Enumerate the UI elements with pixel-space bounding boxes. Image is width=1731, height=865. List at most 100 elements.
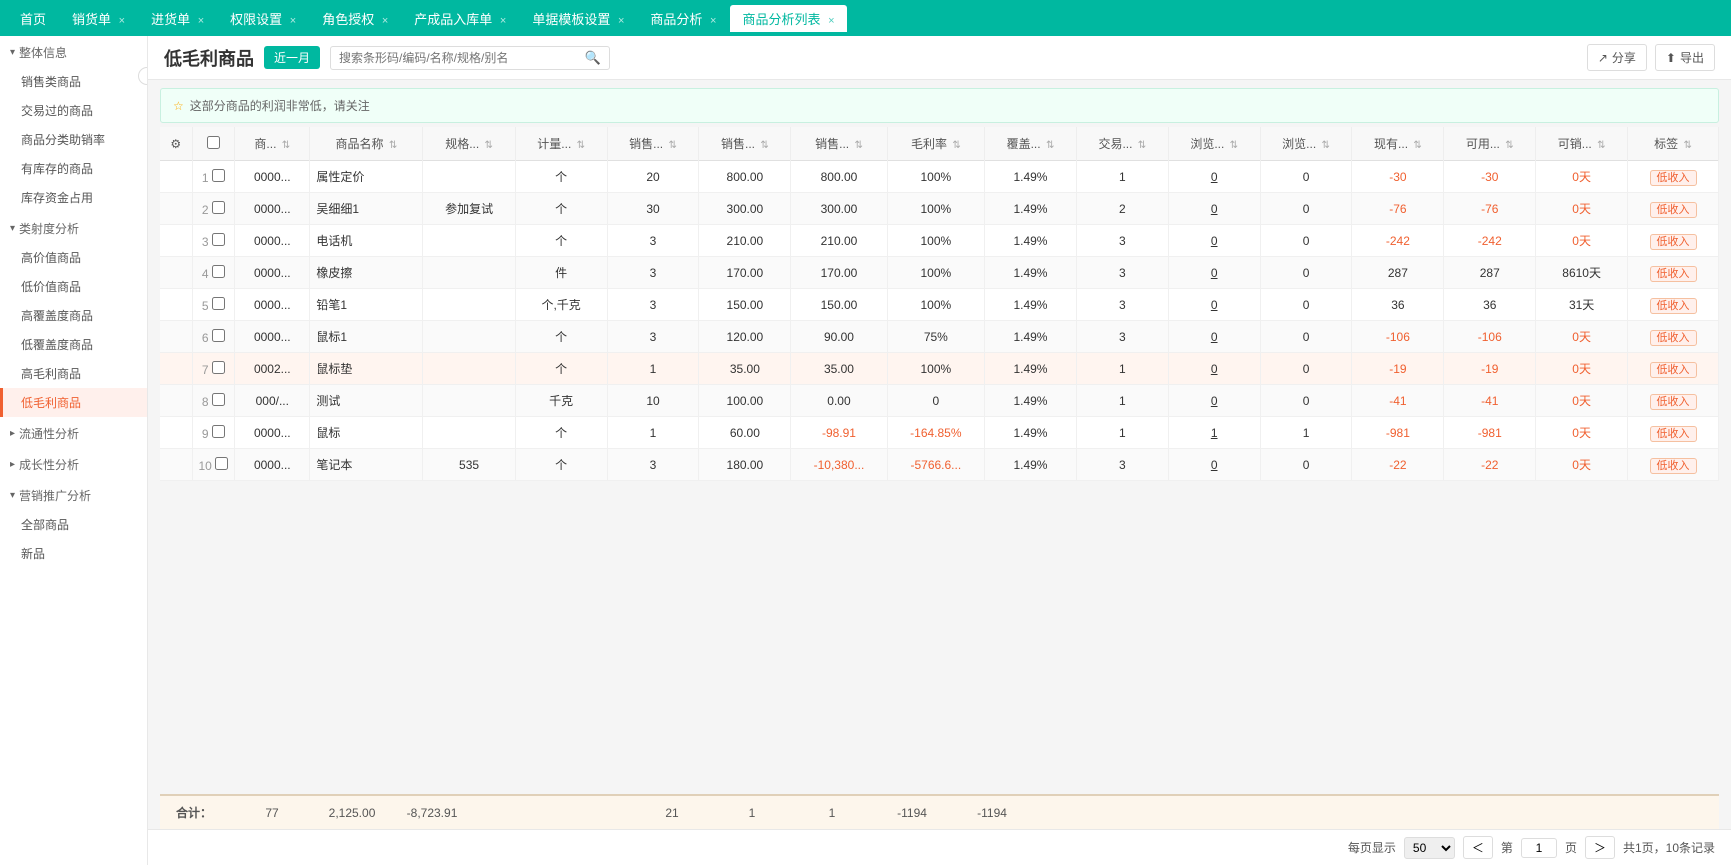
row-checkbox[interactable] [212,201,225,214]
cell-name[interactable]: 属性定价 [310,161,423,193]
cell-name[interactable]: 鼠标1 [310,321,423,353]
close-icon[interactable]: × [710,15,716,27]
col-sales-amount[interactable]: 销售... ⇅ [791,127,887,161]
cell-views1[interactable]: 0 [1168,257,1260,289]
nav-goods-analysis[interactable]: 商品分析 × [638,5,728,32]
row-checkbox[interactable] [212,265,225,278]
cell-name[interactable]: 电话机 [310,225,423,257]
cell-checkbox[interactable]: 1 [192,161,235,193]
sidebar-item-high-value[interactable]: 高价值商品 [0,243,147,272]
cell-views1[interactable]: 0 [1168,321,1260,353]
close-icon[interactable]: × [618,15,624,27]
sidebar-item-high-coverage[interactable]: 高覆盖度商品 [0,301,147,330]
views1-link[interactable]: 0 [1211,330,1218,344]
col-available[interactable]: 可用... ⇅ [1444,127,1536,161]
close-icon[interactable]: × [500,15,506,27]
nav-home[interactable]: 首页 [8,5,58,32]
prev-page-button[interactable]: ＜ [1463,836,1493,859]
cell-name[interactable]: 吴细细1 [310,193,423,225]
select-all-checkbox[interactable] [207,136,220,149]
export-button[interactable]: ⬆ 导出 [1655,44,1715,71]
cell-name[interactable]: 测试 [310,385,423,417]
views1-link[interactable]: 0 [1211,298,1218,312]
cell-views1[interactable]: 0 [1168,193,1260,225]
sidebar-item-low-value[interactable]: 低价值商品 [0,272,147,301]
cell-name[interactable]: 铅笔1 [310,289,423,321]
sidebar-item-stock-capital[interactable]: 库存资金占用 [0,183,147,212]
cell-checkbox[interactable]: 2 [192,193,235,225]
nav-role-auth[interactable]: 角色授权 × [310,5,400,32]
col-code[interactable]: 商... ⇅ [235,127,310,161]
row-checkbox[interactable] [212,425,225,438]
views1-link[interactable]: 0 [1211,170,1218,184]
cell-checkbox[interactable]: 7 [192,353,235,385]
col-gear[interactable]: ⚙ [160,127,192,161]
views1-link[interactable]: 0 [1211,202,1218,216]
next-page-button[interactable]: ＞ [1585,836,1615,859]
col-tag[interactable]: 标签 ⇅ [1628,127,1719,161]
share-button[interactable]: ↗ 分享 [1587,44,1647,71]
cell-views1[interactable]: 0 [1168,161,1260,193]
per-page-select[interactable]: 50 100 200 [1404,837,1455,859]
col-gross-margin[interactable]: 毛利率 ⇅ [887,127,984,161]
page-number-input[interactable] [1521,838,1557,858]
cell-name[interactable]: 橡皮擦 [310,257,423,289]
cell-checkbox[interactable]: 4 [192,257,235,289]
cell-views1[interactable]: 0 [1168,353,1260,385]
sidebar-item-low-margin[interactable]: 低毛利商品 [0,388,147,417]
col-coverage[interactable]: 覆盖... ⇅ [985,127,1077,161]
cell-views1[interactable]: 0 [1168,289,1260,321]
sidebar-group-growth[interactable]: ▸ 成长性分析 [0,448,147,479]
search-icon[interactable]: 🔍 [585,50,601,66]
views1-link[interactable]: 0 [1211,234,1218,248]
cell-checkbox[interactable]: 6 [192,321,235,353]
sidebar-group-liquidity[interactable]: ▸ 流通性分析 [0,417,147,448]
nav-product-entry[interactable]: 产成品入库单 × [402,5,518,32]
row-checkbox[interactable] [212,393,225,406]
col-sellable[interactable]: 可销... ⇅ [1536,127,1628,161]
close-icon[interactable]: × [382,15,388,27]
col-views1[interactable]: 浏览... ⇅ [1168,127,1260,161]
row-checkbox[interactable] [212,169,225,182]
cell-checkbox[interactable]: 3 [192,225,235,257]
sidebar-item-new-goods[interactable]: 新品 [0,539,147,568]
sidebar-item-all-goods[interactable]: 全部商品 [0,510,147,539]
nav-sales[interactable]: 销货单 × [60,5,137,32]
col-name[interactable]: 商品名称 ⇅ [310,127,423,161]
row-checkbox[interactable] [212,233,225,246]
cell-checkbox[interactable]: 5 [192,289,235,321]
views1-link[interactable]: 0 [1211,362,1218,376]
close-icon[interactable]: × [290,15,296,27]
col-transaction[interactable]: 交易... ⇅ [1076,127,1168,161]
nav-purchase[interactable]: 进货单 × [139,5,216,32]
cell-name[interactable]: 笔记本 [310,449,423,481]
nav-template-setting[interactable]: 单据模板设置 × [520,5,636,32]
row-checkbox[interactable] [212,297,225,310]
row-checkbox[interactable] [212,329,225,342]
cell-checkbox[interactable]: 9 [192,417,235,449]
cell-views1[interactable]: 1 [1168,417,1260,449]
col-sales-price[interactable]: 销售... ⇅ [699,127,791,161]
nav-goods-analysis-list[interactable]: 商品分析列表 × [730,5,846,32]
views1-link[interactable]: 0 [1211,458,1218,472]
close-icon[interactable]: × [198,15,204,27]
sidebar-item-sales-goods[interactable]: 销售类商品 [0,67,147,96]
cell-name[interactable]: 鼠标 [310,417,423,449]
close-icon[interactable]: × [119,15,125,27]
sidebar-group-coverage[interactable]: ▾ 类射度分析 [0,212,147,243]
cell-name[interactable]: 鼠标垫 [310,353,423,385]
views1-link[interactable]: 0 [1211,394,1218,408]
sidebar-item-traded-goods[interactable]: 交易过的商品 [0,96,147,125]
col-views2[interactable]: 浏览... ⇅ [1260,127,1352,161]
cell-checkbox[interactable]: 10 [192,449,235,481]
cell-checkbox[interactable]: 8 [192,385,235,417]
nav-permissions[interactable]: 权限设置 × [218,5,308,32]
search-input[interactable] [339,51,585,65]
period-button[interactable]: 近一月 [264,46,320,69]
close-icon[interactable]: × [828,15,834,27]
cell-views1[interactable]: 0 [1168,225,1260,257]
sidebar-item-high-margin[interactable]: 高毛利商品 [0,359,147,388]
cell-views1[interactable]: 0 [1168,385,1260,417]
views1-link[interactable]: 1 [1211,426,1218,440]
views1-link[interactable]: 0 [1211,266,1218,280]
